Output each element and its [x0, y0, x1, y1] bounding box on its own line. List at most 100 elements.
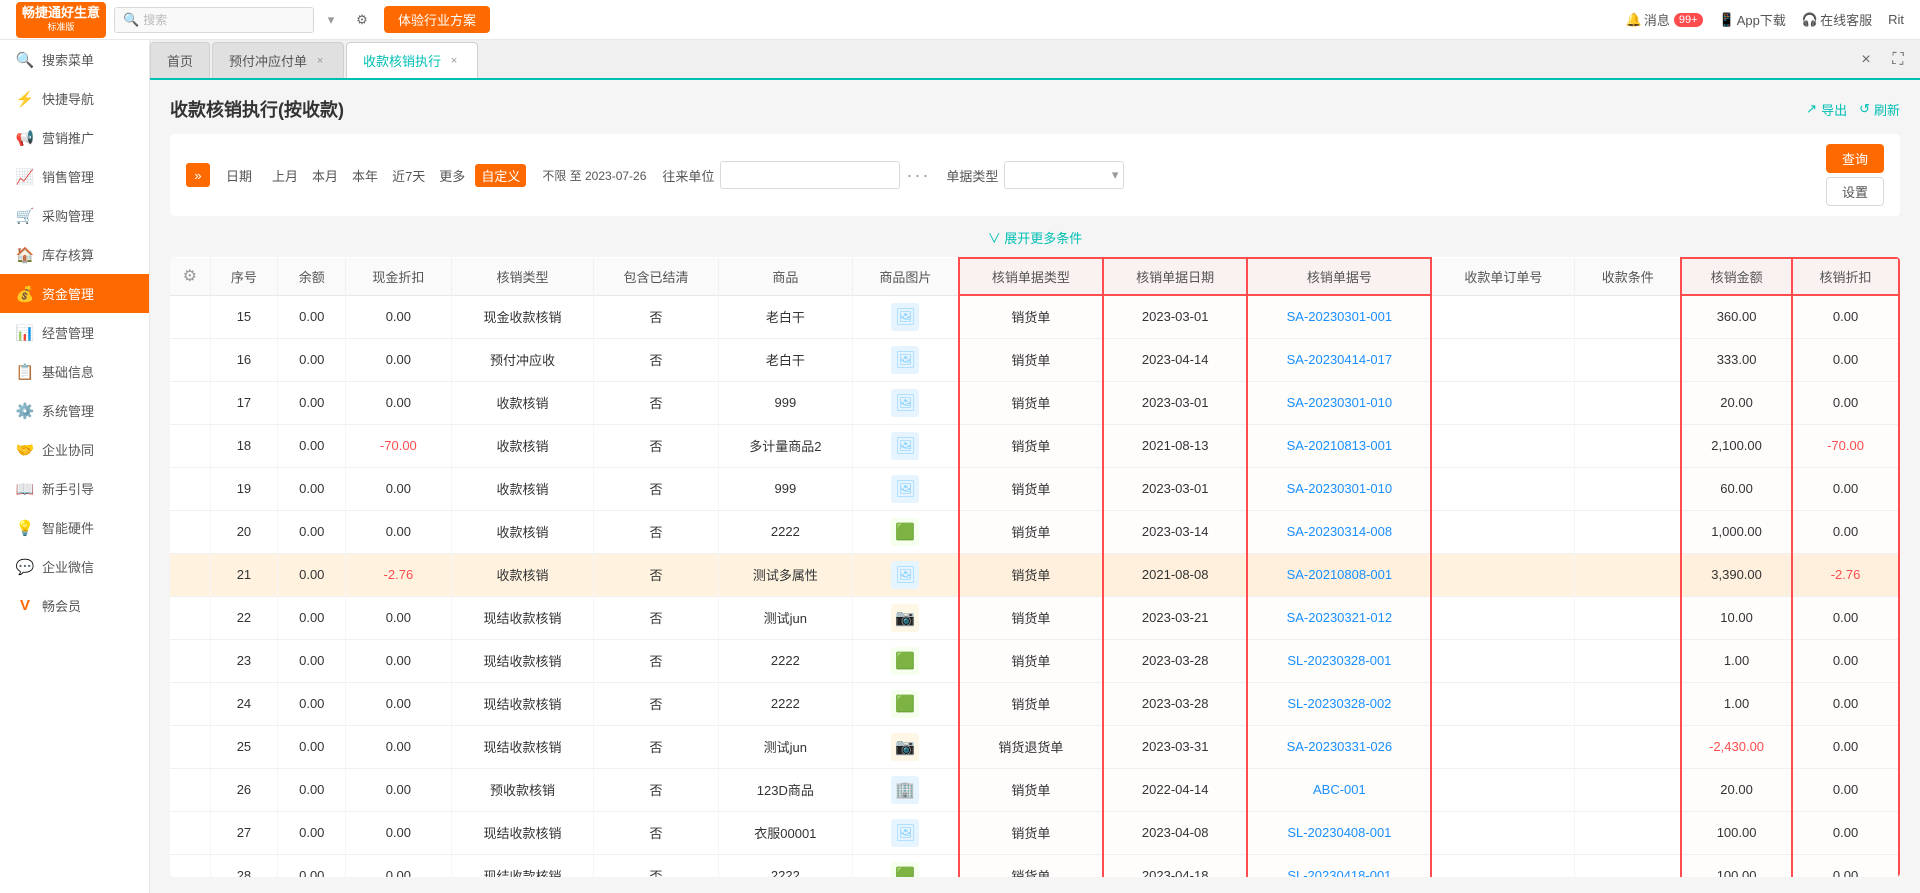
sidebar-item-wechat[interactable]: 💬 企业微信: [0, 547, 149, 586]
date-option-this-year[interactable]: 本年: [348, 164, 382, 187]
date-option-this-month[interactable]: 本月: [308, 164, 342, 187]
expand-conditions-btn[interactable]: ∨ 展开更多条件: [988, 228, 1083, 247]
td-seq: 24: [210, 682, 278, 725]
main-area: 首页 预付冲应付单 × 收款核销执行 × × ⛶ 收款核销执行(按收款): [150, 40, 1920, 893]
td-voucher-no[interactable]: SA-20210808-001: [1247, 553, 1431, 596]
sidebar-item-guide[interactable]: 📖 新手引导: [0, 469, 149, 508]
td-writeoff-discount: 0.00: [1792, 854, 1899, 877]
date-option-7days[interactable]: 近7天: [388, 164, 429, 187]
td-voucher-no[interactable]: SA-20230301-010: [1247, 381, 1431, 424]
td-voucher-no[interactable]: SA-20230414-017: [1247, 338, 1431, 381]
td-voucher-no[interactable]: SA-20230314-008: [1247, 510, 1431, 553]
dropdown-icon[interactable]: ▾: [322, 11, 340, 29]
counterpart-input[interactable]: [720, 161, 900, 189]
sidebar-item-collab[interactable]: 🤝 企业协同: [0, 430, 149, 469]
date-option-last-month[interactable]: 上月: [268, 164, 302, 187]
td-receipt-condition: [1575, 639, 1681, 682]
td-writeoff-discount: 0.00: [1792, 510, 1899, 553]
date-range: 不限 至 2023-07-26: [542, 167, 646, 184]
app-download[interactable]: 📱 App下载: [1719, 10, 1786, 29]
refresh-btn[interactable]: ↺ 刷新: [1859, 100, 1900, 119]
table-gear-icon[interactable]: ⚙: [183, 268, 197, 285]
tab-prepay[interactable]: 预付冲应付单 ×: [212, 42, 344, 78]
sidebar-item-marketing[interactable]: 📢 营销推广: [0, 118, 149, 157]
td-seq: 15: [210, 295, 278, 338]
sidebar-item-operations[interactable]: 📊 经营管理: [0, 313, 149, 352]
td-voucher-no[interactable]: SA-20230331-026: [1247, 725, 1431, 768]
th-gear[interactable]: ⚙: [170, 258, 210, 295]
sidebar-item-system[interactable]: ⚙️ 系统管理: [0, 391, 149, 430]
date-option-more[interactable]: 更多: [435, 164, 469, 187]
sidebar-item-base[interactable]: 📋 基础信息: [0, 352, 149, 391]
sidebar-item-nav[interactable]: ⚡ 快捷导航: [0, 79, 149, 118]
tab-writeoff-close[interactable]: ×: [447, 54, 461, 68]
td-voucher-no[interactable]: ABC-001: [1247, 768, 1431, 811]
voucher-type-select[interactable]: 销货单 销货退货单: [1004, 161, 1124, 189]
system-icon: ⚙️: [16, 402, 34, 420]
td-voucher-no[interactable]: SL-20230408-001: [1247, 811, 1431, 854]
td-voucher-no[interactable]: SA-20230301-001: [1247, 295, 1431, 338]
filter-bar: » 日期 上月 本月 本年 近7天 更多 自定义 不限 至 2023-07-26…: [170, 134, 1900, 216]
td-voucher-date: 2023-04-08: [1103, 811, 1247, 854]
maximize-action[interactable]: ⛶: [1886, 48, 1910, 72]
td-voucher-no[interactable]: SL-20230328-001: [1247, 639, 1431, 682]
td-writeoff-type: 现结收款核销: [451, 682, 594, 725]
date-option-custom[interactable]: 自定义: [475, 164, 526, 187]
td-goods: 999: [718, 381, 853, 424]
td-writeoff-amount: 20.00: [1681, 381, 1792, 424]
td-writeoff-amount: 333.00: [1681, 338, 1792, 381]
th-voucher-type: 核销单据类型: [959, 258, 1103, 295]
top-bar: 畅捷通好生意 标准版 🔍 搜索 ▾ ⚙ 体验行业方案 🔔 消息 99+ 📱 Ap…: [0, 0, 1920, 40]
sidebar-item-purchase[interactable]: 🛒 采购管理: [0, 196, 149, 235]
sidebar-item-hardware[interactable]: 💡 智能硬件: [0, 508, 149, 547]
filter-expand-btn[interactable]: »: [186, 163, 210, 187]
td-voucher-no[interactable]: SA-20210813-001: [1247, 424, 1431, 467]
counterpart-dots: ···: [906, 165, 930, 186]
goods-image: 🖼: [891, 561, 919, 589]
td-settled: 否: [594, 811, 718, 854]
td-writeoff-discount: 0.00: [1792, 467, 1899, 510]
tab-writeoff[interactable]: 收款核销执行 ×: [346, 42, 478, 78]
td-receipt-order-no: [1431, 596, 1575, 639]
settings-btn[interactable]: 设置: [1826, 177, 1884, 206]
td-receipt-condition: [1575, 424, 1681, 467]
top-search-box[interactable]: 🔍 搜索: [114, 7, 314, 33]
td-voucher-no[interactable]: SL-20230418-001: [1247, 854, 1431, 877]
sidebar-item-inventory[interactable]: 🏠 库存核算: [0, 235, 149, 274]
close-tab-action[interactable]: ×: [1854, 48, 1878, 72]
online-service[interactable]: 🎧 在线客服: [1802, 10, 1872, 29]
sidebar-label-purchase: 采购管理: [42, 206, 94, 225]
query-btn[interactable]: 查询: [1826, 144, 1884, 173]
th-settled: 包含已结清: [594, 258, 718, 295]
td-receipt-condition: [1575, 725, 1681, 768]
notifications[interactable]: 🔔 消息 99+: [1626, 10, 1703, 29]
td-cash-discount: 0.00: [346, 854, 451, 877]
td-writeoff-type: 收款核销: [451, 424, 594, 467]
operations-icon: 📊: [16, 324, 34, 342]
td-voucher-date: 2023-04-14: [1103, 338, 1247, 381]
export-btn[interactable]: ↗ 导出: [1806, 100, 1847, 119]
search-menu-icon: 🔍: [16, 51, 34, 69]
gear-icon[interactable]: ⚙: [348, 6, 376, 34]
td-seq: 28: [210, 854, 278, 877]
td-voucher-no[interactable]: SA-20230321-012: [1247, 596, 1431, 639]
td-receipt-order-no: [1431, 682, 1575, 725]
tab-home-label: 首页: [167, 51, 193, 70]
headset-icon: 🎧: [1802, 12, 1818, 28]
sidebar-item-search[interactable]: 🔍 搜索菜单: [0, 40, 149, 79]
page-header: 收款核销执行(按收款) ↗ 导出 ↺ 刷新: [170, 96, 1900, 122]
solution-btn[interactable]: 体验行业方案: [384, 6, 490, 33]
sidebar-label-collab: 企业协同: [42, 440, 94, 459]
table-row: 18 0.00 -70.00 收款核销 否 多计量商品2 🖼 销货单 2021-…: [170, 424, 1899, 467]
goods-image: 🟩: [891, 647, 919, 675]
user-label[interactable]: Rit: [1888, 12, 1904, 27]
td-voucher-no[interactable]: SA-20230301-010: [1247, 467, 1431, 510]
export-icon: ↗: [1806, 101, 1817, 117]
sidebar-item-sales[interactable]: 📈 销售管理: [0, 157, 149, 196]
sidebar-label-base: 基础信息: [42, 362, 94, 381]
tab-home[interactable]: 首页: [150, 42, 210, 78]
tab-prepay-close[interactable]: ×: [313, 54, 327, 68]
sidebar-item-member[interactable]: V 畅会员: [0, 586, 149, 625]
sidebar-item-finance[interactable]: 💰 资金管理: [0, 274, 149, 313]
td-voucher-no[interactable]: SL-20230328-002: [1247, 682, 1431, 725]
